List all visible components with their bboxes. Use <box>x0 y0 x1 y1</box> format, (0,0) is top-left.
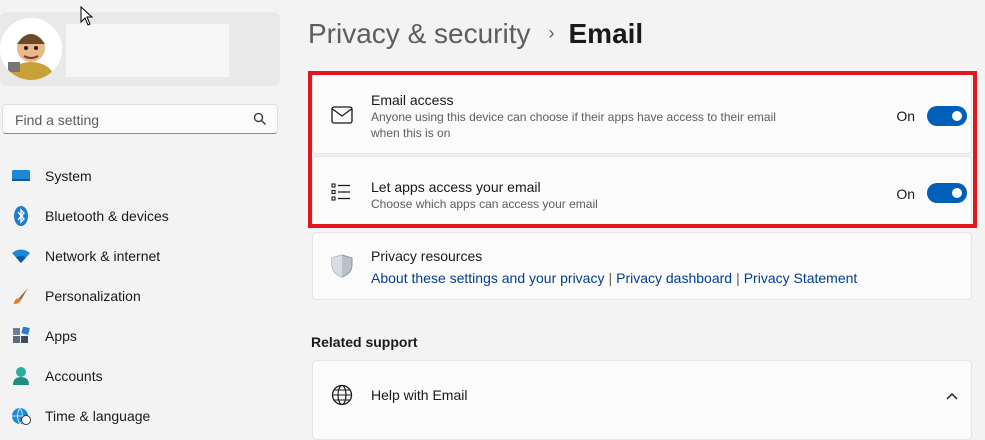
email-access-toggle[interactable] <box>927 106 967 126</box>
sidebar-item-apps[interactable]: Apps <box>0 316 290 356</box>
help-with-email-card[interactable]: Help with Email <box>312 360 972 440</box>
shield-icon <box>331 254 353 283</box>
mail-icon <box>331 106 353 129</box>
breadcrumb-parent[interactable]: Privacy & security <box>308 18 531 49</box>
link-separator: | <box>736 270 740 286</box>
search-input[interactable] <box>13 110 247 130</box>
paintbrush-icon <box>11 286 31 306</box>
page-title: Email <box>568 18 644 49</box>
sidebar: System Bluetooth & devices Network & int… <box>0 0 290 434</box>
sidebar-item-personalization[interactable]: Personalization <box>0 276 290 316</box>
link-about-settings[interactable]: About these settings and your privacy <box>371 270 604 286</box>
privacy-resources-card: Privacy resources About these settings a… <box>312 232 972 300</box>
privacy-resources-title: Privacy resources <box>371 248 483 264</box>
privacy-links: About these settings and your privacy | Pr… <box>371 270 857 286</box>
link-separator: | <box>608 270 613 286</box>
toggle-knob <box>952 188 962 198</box>
sidebar-item-network[interactable]: Network & internet <box>0 236 290 276</box>
link-privacy-dashboard[interactable]: Privacy dashboard <box>616 270 732 286</box>
sidebar-item-label: Accounts <box>45 368 103 384</box>
sidebar-item-label: Apps <box>45 328 77 344</box>
bluetooth-icon <box>11 206 31 226</box>
email-access-description: Anyone using this device can choose if t… <box>371 110 776 140</box>
chevron-up-icon[interactable] <box>945 388 959 406</box>
globe-clock-icon <box>11 406 31 426</box>
apps-access-title: Let apps access your email <box>371 179 541 195</box>
search-icon[interactable] <box>253 112 267 126</box>
apps-access-description: Choose which apps can access your email <box>371 197 598 211</box>
globe-icon <box>331 384 353 411</box>
email-access-card: Email access Anyone using this device ca… <box>312 72 972 154</box>
sidebar-item-system[interactable]: System <box>0 156 290 196</box>
help-with-email-label: Help with Email <box>371 387 468 403</box>
sidebar-item-bluetooth[interactable]: Bluetooth & devices <box>0 196 290 236</box>
related-support-heading: Related support <box>311 334 418 350</box>
sidebar-item-label: Bluetooth & devices <box>45 208 169 224</box>
chevron-right-icon: › <box>548 23 555 43</box>
search-box[interactable] <box>2 104 278 134</box>
sidebar-item-label: Personalization <box>45 288 141 304</box>
sidebar-item-label: Network & internet <box>45 248 161 264</box>
sidebar-nav: System Bluetooth & devices Network & int… <box>0 156 290 436</box>
email-access-state: On <box>896 108 915 124</box>
sidebar-item-label: System <box>45 168 92 184</box>
email-access-title: Email access <box>371 92 454 108</box>
wifi-icon <box>11 246 31 266</box>
apps-access-toggle[interactable] <box>927 183 967 203</box>
breadcrumb: Privacy & security › Email <box>308 18 643 50</box>
toggle-knob <box>952 111 962 121</box>
person-icon <box>11 366 31 386</box>
account-name-placeholder <box>66 24 229 77</box>
apps-icon <box>11 326 31 346</box>
mouse-cursor-icon <box>80 6 94 26</box>
sidebar-item-time-language[interactable]: Time & language <box>0 396 290 436</box>
profile-card[interactable] <box>0 12 280 86</box>
link-privacy-statement[interactable]: Privacy Statement <box>744 270 858 286</box>
sidebar-item-label: Time & language <box>45 408 151 424</box>
system-icon <box>11 166 31 186</box>
apps-access-state: On <box>896 186 915 202</box>
sidebar-item-accounts[interactable]: Accounts <box>0 356 290 396</box>
list-icon <box>331 183 351 206</box>
avatar <box>0 18 62 80</box>
apps-access-card[interactable]: Let apps access your email Choose which … <box>312 156 972 226</box>
